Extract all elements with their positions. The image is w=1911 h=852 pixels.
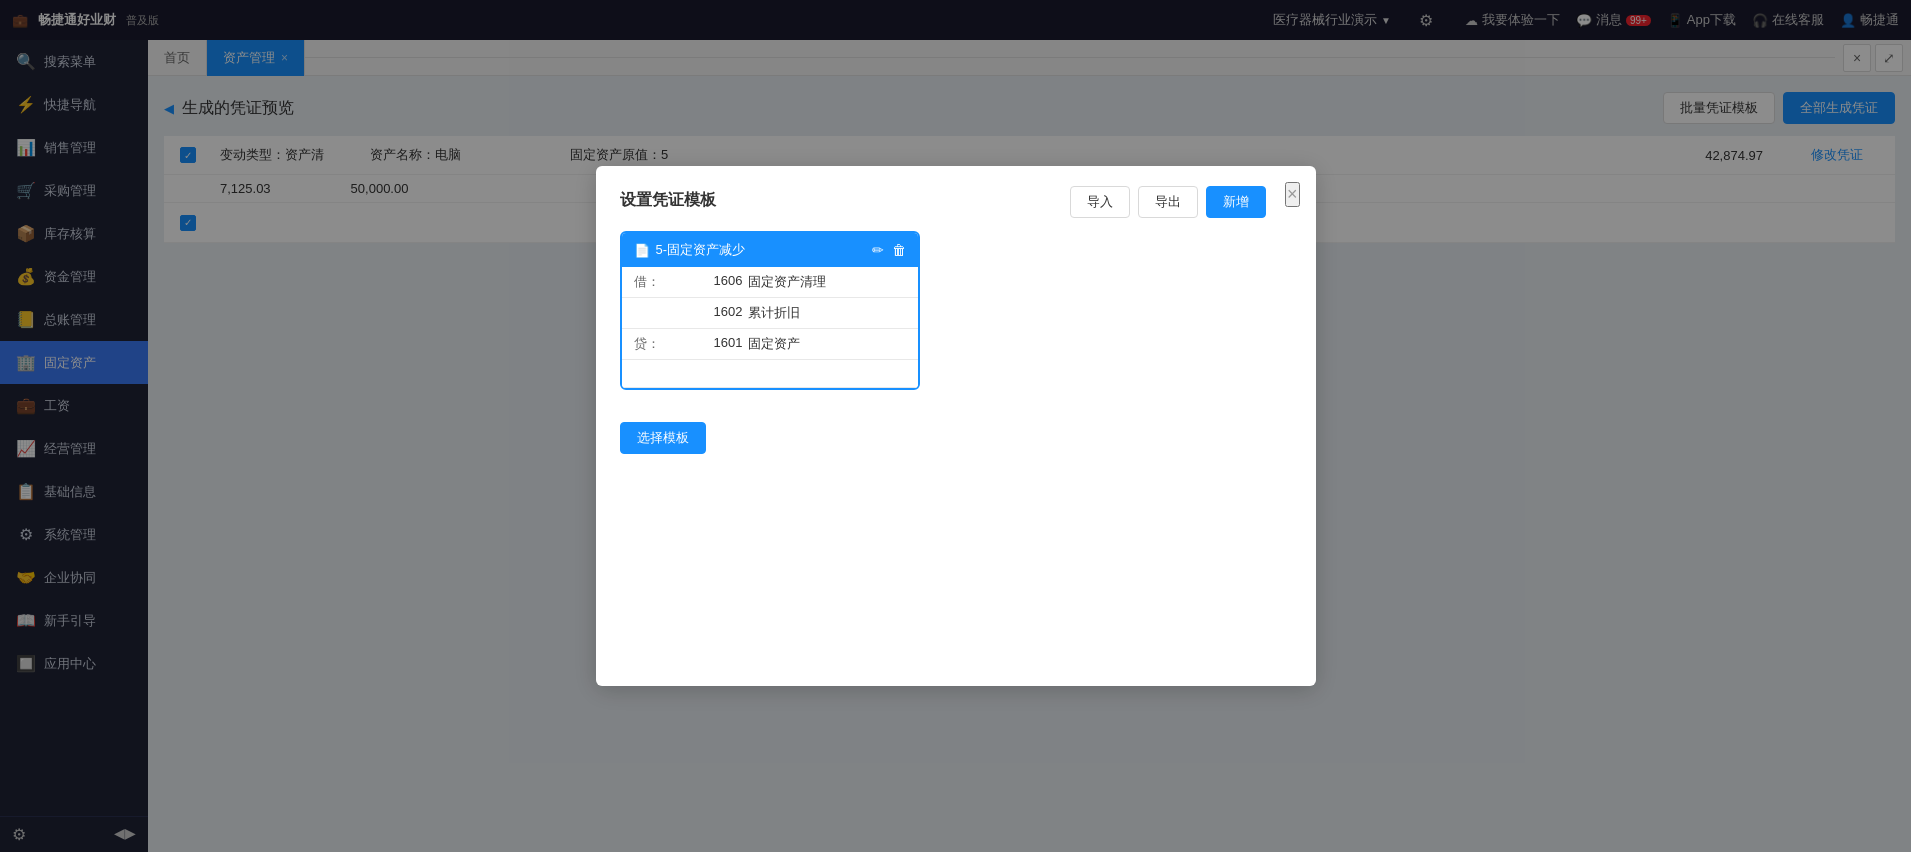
select-template-wrapper: 选择模板 xyxy=(620,406,1292,454)
template-card-header-right: ✏ 🗑 xyxy=(872,242,906,258)
template-card: 📄 5-固定资产减少 ✏ 🗑 借： 1606 固定资产清理 xyxy=(620,231,920,390)
template-row1-code: 1606 xyxy=(714,273,743,291)
dialog-toolbar: 导入 导出 新增 xyxy=(1070,186,1266,218)
select-template-btn[interactable]: 选择模板 xyxy=(620,422,706,454)
template-empty-row xyxy=(622,360,918,388)
import-btn[interactable]: 导入 xyxy=(1070,186,1130,218)
new-template-btn[interactable]: 新增 xyxy=(1206,186,1266,218)
delete-template-icon[interactable]: 🗑 xyxy=(892,242,906,258)
template-row-1: 借： 1606 固定资产清理 xyxy=(622,267,918,298)
template-row3-account: 固定资产 xyxy=(748,335,800,353)
template-row2-account: 累计折旧 xyxy=(748,304,800,322)
edit-template-icon[interactable]: ✏ xyxy=(872,242,884,258)
template-row2-side xyxy=(634,304,714,322)
template-id-name: 5-固定资产减少 xyxy=(656,241,746,259)
template-card-header-left: 📄 5-固定资产减少 xyxy=(634,241,746,259)
template-row3-side: 贷： xyxy=(634,335,714,353)
template-row2-code: 1602 xyxy=(714,304,743,322)
template-card-body: 借： 1606 固定资产清理 1602 累计折旧 贷： 1601 固定资产 xyxy=(622,267,918,388)
dialog-close-btn[interactable]: × xyxy=(1285,182,1300,207)
template-card-header: 📄 5-固定资产减少 ✏ 🗑 xyxy=(622,233,918,267)
template-row3-code: 1601 xyxy=(714,335,743,353)
template-row-3: 贷： 1601 固定资产 xyxy=(622,329,918,360)
template-row1-side: 借： xyxy=(634,273,714,291)
template-row1-account: 固定资产清理 xyxy=(748,273,826,291)
template-row-2: 1602 累计折旧 xyxy=(622,298,918,329)
modal-overlay: 设置凭证模板 × 导入 导出 新增 📄 5-固定资产减少 ✏ 🗑 xyxy=(0,0,1911,852)
export-btn[interactable]: 导出 xyxy=(1138,186,1198,218)
template-doc-icon: 📄 xyxy=(634,243,650,258)
dialog-set-template: 设置凭证模板 × 导入 导出 新增 📄 5-固定资产减少 ✏ 🗑 xyxy=(596,166,1316,686)
